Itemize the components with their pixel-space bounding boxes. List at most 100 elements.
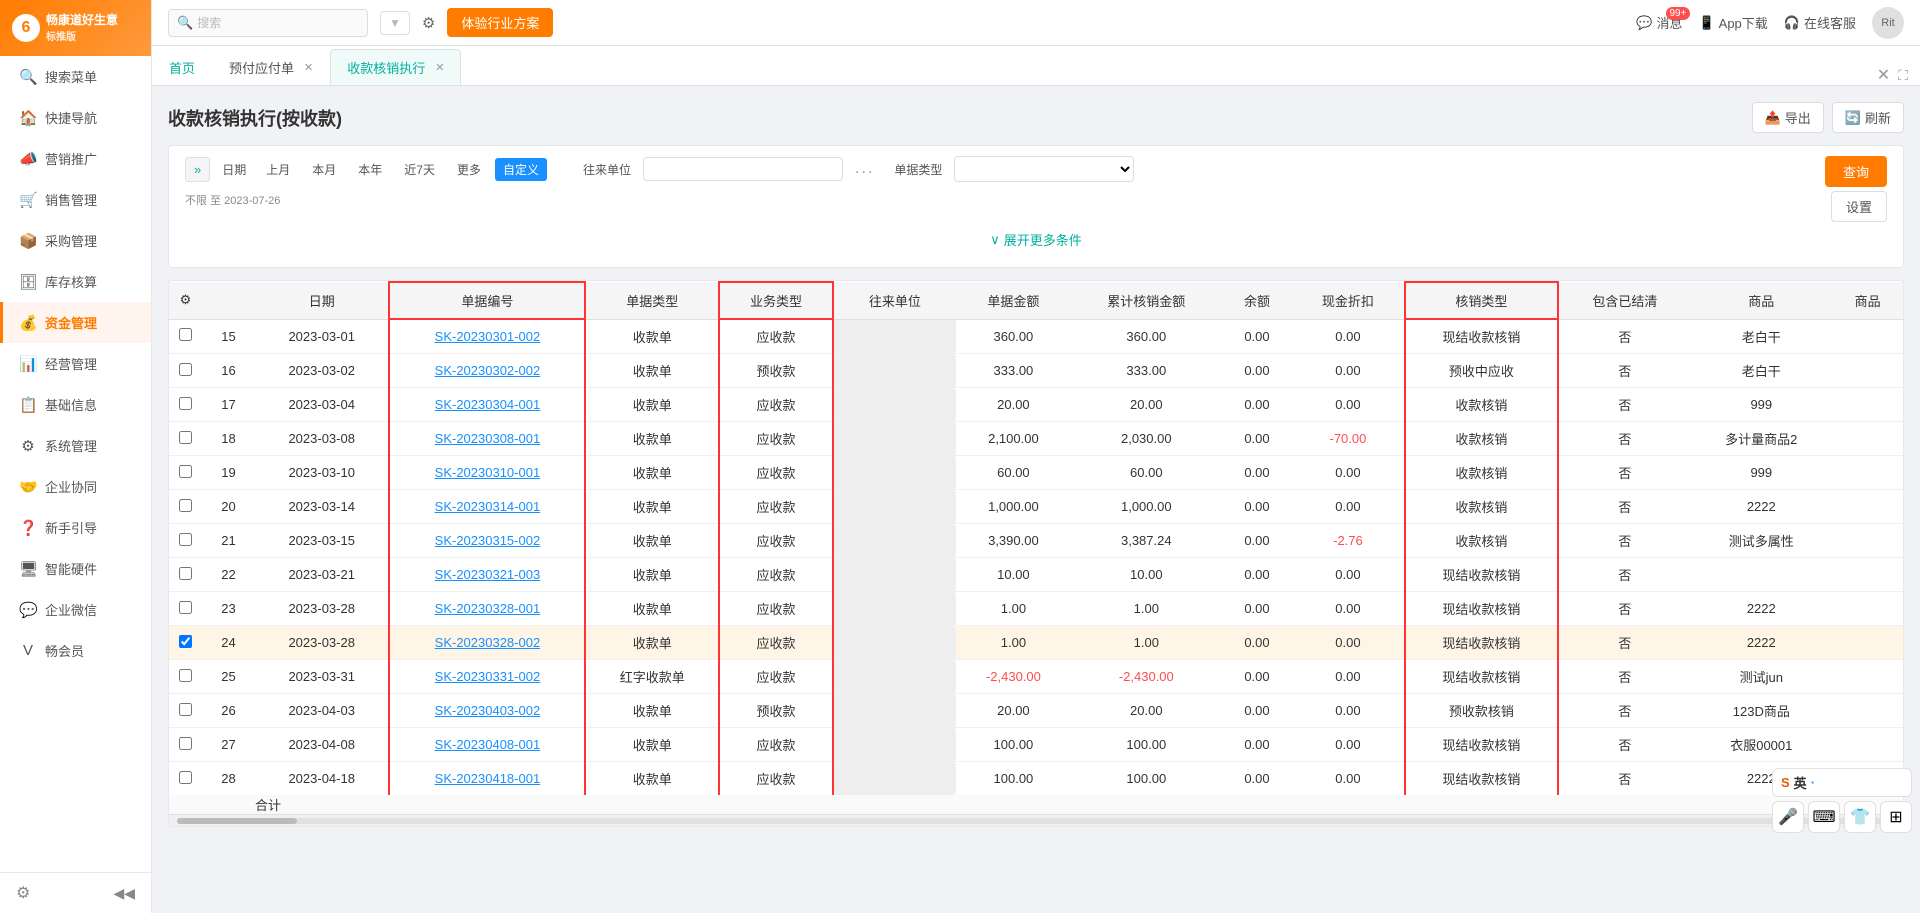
tab-collection[interactable]: 收款核销执行 ✕ — [330, 49, 461, 85]
horizontal-scrollbar[interactable] — [169, 814, 1903, 826]
row-checkbox[interactable] — [169, 456, 202, 490]
online-service[interactable]: 🎧 在线客服 — [1784, 13, 1856, 32]
tab-collection-close[interactable]: ✕ — [435, 61, 444, 74]
close-tab-icon[interactable]: ✕ — [1877, 65, 1890, 85]
row-writeoff-amt: 10.00 — [1071, 558, 1222, 592]
scrollbar-thumb[interactable] — [177, 818, 297, 824]
row-doc-no[interactable]: SK-20230418-001 — [389, 762, 585, 796]
shirt-btn[interactable]: 👕 — [1844, 801, 1876, 833]
message-badge[interactable]: 💬 消息 99+ — [1636, 13, 1682, 32]
custom-date-btn[interactable]: 自定义 — [495, 158, 547, 181]
row-checkbox[interactable] — [169, 728, 202, 762]
sidebar-item-system[interactable]: ⚙系统管理 — [0, 425, 151, 466]
table-row[interactable]: 19 2023-03-10 SK-20230310-001 收款单 应收款 60… — [169, 456, 1903, 490]
table-row[interactable]: 16 2023-03-02 SK-20230302-002 收款单 预收款 33… — [169, 354, 1903, 388]
row-checkbox[interactable] — [169, 558, 202, 592]
topbar-dropdown[interactable]: ▼ — [380, 11, 410, 35]
app-download[interactable]: 📱 App下载 — [1698, 13, 1767, 32]
settings-icon[interactable]: ⚙ — [16, 883, 30, 903]
sidebar-item-search[interactable]: 🔍搜索菜单 — [0, 56, 151, 97]
sidebar-item-marketing[interactable]: 📣营销推广 — [0, 138, 151, 179]
row-doc-no[interactable]: SK-20230403-002 — [389, 694, 585, 728]
sidebar-item-enterprise[interactable]: 🤝企业协同 — [0, 466, 151, 507]
table-row[interactable]: 23 2023-03-28 SK-20230328-001 收款单 应收款 1.… — [169, 592, 1903, 626]
last-7-days-btn[interactable]: 近7天 — [396, 158, 443, 181]
table-row[interactable]: 28 2023-04-18 SK-20230418-001 收款单 应收款 10… — [169, 762, 1903, 796]
table-row[interactable]: 15 2023-03-01 SK-20230301-002 收款单 应收款 36… — [169, 319, 1903, 354]
collapse-icon[interactable]: ◀◀ — [113, 885, 135, 902]
row-checkbox[interactable] — [169, 319, 202, 354]
expand-conditions-row[interactable]: ∨ 展开更多条件 — [185, 230, 1887, 249]
sidebar-item-vip[interactable]: V畅会员 — [0, 630, 151, 671]
maximize-icon[interactable]: ⛶ — [1898, 67, 1908, 84]
row-checkbox[interactable] — [169, 626, 202, 660]
sidebar-item-finance[interactable]: 💰资金管理 — [0, 302, 151, 343]
row-incl-cleared: 否 — [1558, 728, 1690, 762]
last-month-btn[interactable]: 上月 — [258, 158, 298, 181]
sidebar-item-sales[interactable]: 🛒销售管理 — [0, 179, 151, 220]
more-date-btn[interactable]: 更多 — [449, 158, 489, 181]
row-doc-no[interactable]: SK-20230314-001 — [389, 490, 585, 524]
sidebar-item-inventory[interactable]: 🗄库存核算 — [0, 261, 151, 302]
col-gear[interactable]: ⚙ — [169, 282, 202, 319]
table-row[interactable]: 18 2023-03-08 SK-20230308-001 收款单 应收款 2,… — [169, 422, 1903, 456]
sidebar-item-hardware[interactable]: 🖥智能硬件 — [0, 548, 151, 589]
table-row[interactable]: 26 2023-04-03 SK-20230403-002 收款单 预收款 20… — [169, 694, 1903, 728]
row-checkbox[interactable] — [169, 422, 202, 456]
tab-prepay[interactable]: 预付应付单 ✕ — [212, 49, 330, 85]
row-partner — [833, 728, 956, 762]
row-doc-no[interactable]: SK-20230302-002 — [389, 354, 585, 388]
row-checkbox[interactable] — [169, 694, 202, 728]
sidebar-item-operations[interactable]: 📊经营管理 — [0, 343, 151, 384]
row-biz-type: 应收款 — [719, 728, 833, 762]
col-writeoff-type: 核销类型 — [1405, 282, 1559, 319]
sidebar-item-guide[interactable]: ❓新手引导 — [0, 507, 151, 548]
row-checkbox[interactable] — [169, 388, 202, 422]
tab-prepay-close[interactable]: ✕ — [304, 61, 313, 74]
this-year-btn[interactable]: 本年 — [350, 158, 390, 181]
row-doc-no[interactable]: SK-20230328-002 — [389, 626, 585, 660]
table-row[interactable]: 22 2023-03-21 SK-20230321-003 收款单 应收款 10… — [169, 558, 1903, 592]
table-row[interactable]: 21 2023-03-15 SK-20230315-002 收款单 应收款 3,… — [169, 524, 1903, 558]
table-row[interactable]: 27 2023-04-08 SK-20230408-001 收款单 应收款 10… — [169, 728, 1903, 762]
query-button[interactable]: 查询 — [1825, 156, 1887, 187]
row-doc-no[interactable]: SK-20230408-001 — [389, 728, 585, 762]
row-doc-no[interactable]: SK-20230315-002 — [389, 524, 585, 558]
sidebar-item-basics[interactable]: 📋基础信息 — [0, 384, 151, 425]
sidebar-item-wechat[interactable]: 💬企业微信 — [0, 589, 151, 630]
export-button[interactable]: 📤 导出 — [1752, 102, 1824, 133]
table-row[interactable]: 25 2023-03-31 SK-20230331-002 红字收款单 应收款 … — [169, 660, 1903, 694]
refresh-button[interactable]: 🔄 刷新 — [1832, 102, 1904, 133]
row-doc-no[interactable]: SK-20230308-001 — [389, 422, 585, 456]
filter-expand-btn[interactable]: » — [185, 157, 210, 182]
doc-type-select[interactable] — [954, 156, 1134, 182]
row-checkbox[interactable] — [169, 660, 202, 694]
row-doc-no[interactable]: SK-20230328-001 — [389, 592, 585, 626]
row-doc-no[interactable]: SK-20230321-003 — [389, 558, 585, 592]
row-checkbox[interactable] — [169, 592, 202, 626]
row-doc-no[interactable]: SK-20230304-001 — [389, 388, 585, 422]
sidebar-icon-finance: 💰 — [19, 314, 37, 332]
tab-home[interactable]: 首页 — [152, 49, 212, 85]
sidebar-item-purchase[interactable]: 📦采购管理 — [0, 220, 151, 261]
row-checkbox[interactable] — [169, 762, 202, 796]
table-row[interactable]: 17 2023-03-04 SK-20230304-001 收款单 应收款 20… — [169, 388, 1903, 422]
sidebar-item-shortcuts[interactable]: 🏠快捷导航 — [0, 97, 151, 138]
user-avatar[interactable]: Rit — [1872, 7, 1904, 39]
row-doc-no[interactable]: SK-20230301-002 — [389, 319, 585, 354]
table-row[interactable]: 24 2023-03-28 SK-20230328-002 收款单 应收款 1.… — [169, 626, 1903, 660]
grid-btn[interactable]: ⊞ — [1880, 801, 1912, 833]
row-checkbox[interactable] — [169, 354, 202, 388]
mic-btn[interactable]: 🎤 — [1772, 801, 1804, 833]
table-row[interactable]: 20 2023-03-14 SK-20230314-001 收款单 应收款 1,… — [169, 490, 1903, 524]
this-month-btn[interactable]: 本月 — [304, 158, 344, 181]
row-checkbox[interactable] — [169, 524, 202, 558]
row-checkbox[interactable] — [169, 490, 202, 524]
partner-input[interactable] — [643, 157, 843, 181]
row-doc-no[interactable]: SK-20230331-002 — [389, 660, 585, 694]
industry-btn[interactable]: 体验行业方案 — [447, 8, 553, 37]
gear-settings-icon[interactable]: ⚙ — [422, 14, 435, 32]
keyboard-btn[interactable]: ⌨ — [1808, 801, 1840, 833]
settings-button[interactable]: 设置 — [1831, 191, 1887, 222]
row-doc-no[interactable]: SK-20230310-001 — [389, 456, 585, 490]
